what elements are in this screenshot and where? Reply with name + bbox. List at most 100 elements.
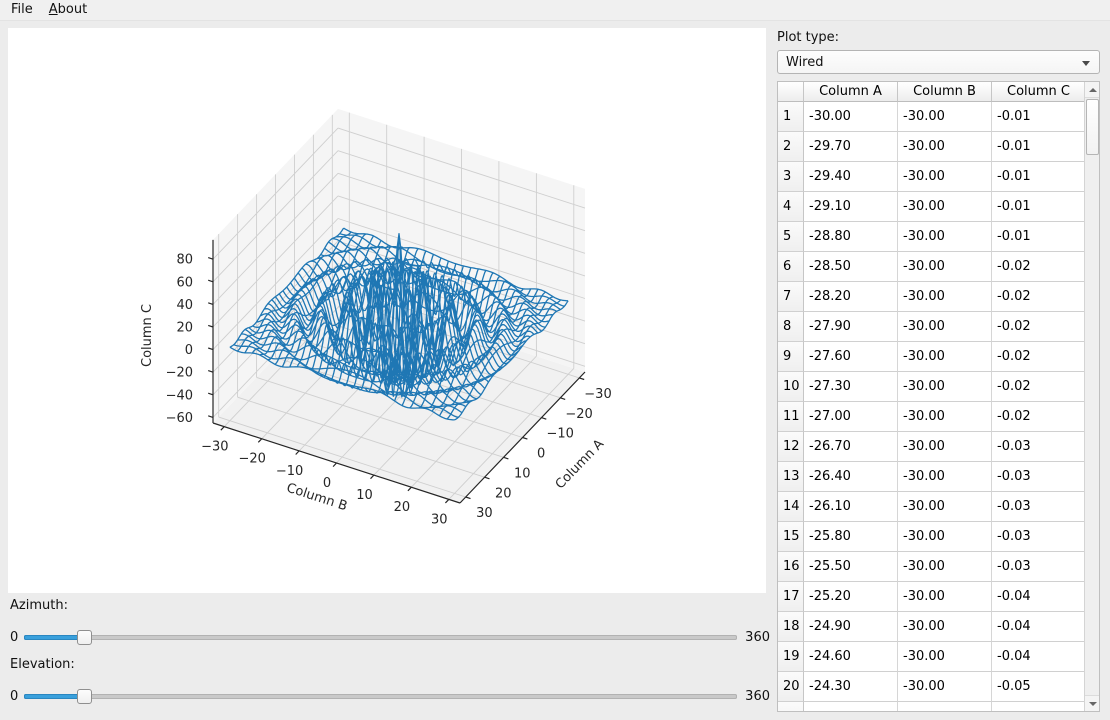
cell-column-c[interactable]: -0.01: [992, 132, 1085, 162]
cell-column-a[interactable]: -25.50: [804, 552, 898, 582]
cell-column-a[interactable]: -25.80: [804, 522, 898, 552]
cell-column-c[interactable]: -0.03: [992, 492, 1085, 522]
slider-handle[interactable]: [77, 689, 92, 704]
table-row[interactable]: 5-28.80-30.00-0.01: [778, 222, 1085, 252]
column-header[interactable]: Column A: [804, 82, 898, 102]
table-row[interactable]: 10-27.30-30.00-0.02: [778, 372, 1085, 402]
cell-column-a[interactable]: -27.30: [804, 372, 898, 402]
slider-handle[interactable]: [77, 630, 92, 645]
plot-panel[interactable]: −30−20−100102030−30−20−100102030−60−40−2…: [8, 28, 766, 593]
cell-column-a[interactable]: -24.90: [804, 612, 898, 642]
cell-column-c[interactable]: -0.01: [992, 192, 1085, 222]
svg-text:0: 0: [185, 343, 193, 358]
table-row[interactable]: 7-28.20-30.00-0.02: [778, 282, 1085, 312]
3d-plot[interactable]: −30−20−100102030−30−20−100102030−60−40−2…: [8, 28, 766, 593]
cell-column-b[interactable]: -30.00: [898, 582, 992, 612]
cell-column-c[interactable]: -0.03: [992, 462, 1085, 492]
cell-column-a[interactable]: -27.00: [804, 402, 898, 432]
cell-column-b[interactable]: -30.00: [898, 102, 992, 132]
table-row[interactable]: 3-29.40-30.00-0.01: [778, 162, 1085, 192]
cell-column-c[interactable]: -0.03: [992, 432, 1085, 462]
table-row[interactable]: 1-30.00-30.00-0.01: [778, 102, 1085, 132]
cell-column-b[interactable]: -30.00: [898, 132, 992, 162]
cell-column-c[interactable]: -0.03: [992, 552, 1085, 582]
table-row[interactable]: 9-27.60-30.00-0.02: [778, 342, 1085, 372]
cell-column-b[interactable]: -30.00: [898, 372, 992, 402]
slider-track[interactable]: [24, 694, 737, 699]
cell-column-c[interactable]: -0.02: [992, 342, 1085, 372]
cell-column-b[interactable]: -30.00: [898, 252, 992, 282]
cell-column-b[interactable]: -30.00: [898, 282, 992, 312]
cell-column-a[interactable]: -28.20: [804, 282, 898, 312]
table-row[interactable]: 8-27.90-30.00-0.02: [778, 312, 1085, 342]
scroll-down-button[interactable]: [1085, 695, 1100, 711]
cell-column-a[interactable]: -29.70: [804, 132, 898, 162]
cell-column-a[interactable]: -25.20: [804, 582, 898, 612]
cell-column-a[interactable]: -24.60: [804, 642, 898, 672]
cell-column-c[interactable]: -0.02: [992, 372, 1085, 402]
table-row[interactable]: 11-27.00-30.00-0.02: [778, 402, 1085, 432]
cell-column-c[interactable]: -0.04: [992, 582, 1085, 612]
svg-text:40: 40: [176, 298, 193, 313]
plot-type-select[interactable]: Wired: [777, 50, 1100, 74]
table-row[interactable]: 20-24.30-30.00-0.05: [778, 672, 1085, 702]
cell-column-c[interactable]: -0.04: [992, 642, 1085, 672]
cell-column-b[interactable]: -30.00: [898, 672, 992, 702]
cell-column-a[interactable]: -29.40: [804, 162, 898, 192]
slider-track[interactable]: [24, 635, 737, 640]
table-row[interactable]: 12-26.70-30.00-0.03: [778, 432, 1085, 462]
table-row[interactable]: 2-29.70-30.00-0.01: [778, 132, 1085, 162]
table-row[interactable]: 18-24.90-30.00-0.04: [778, 612, 1085, 642]
table-row[interactable]: 4-29.10-30.00-0.01: [778, 192, 1085, 222]
cell-column-a[interactable]: -26.70: [804, 432, 898, 462]
cell-column-b[interactable]: -30.00: [898, 402, 992, 432]
scrollbar-thumb[interactable]: [1086, 99, 1099, 155]
cell-column-c[interactable]: -0.02: [992, 282, 1085, 312]
table-row[interactable]: 6-28.50-30.00-0.02: [778, 252, 1085, 282]
cell-column-c[interactable]: -0.01: [992, 222, 1085, 252]
table-row[interactable]: 15-25.80-30.00-0.03: [778, 522, 1085, 552]
cell-column-c[interactable]: -0.04: [992, 612, 1085, 642]
cell-column-b[interactable]: -30.00: [898, 522, 992, 552]
cell-column-c[interactable]: -0.02: [992, 402, 1085, 432]
cell-column-b[interactable]: -30.00: [898, 192, 992, 222]
cell-column-a[interactable]: -24.30: [804, 672, 898, 702]
cell-column-c[interactable]: -0.03: [992, 522, 1085, 552]
svg-text:−30: −30: [201, 440, 228, 455]
cell-column-b[interactable]: -30.00: [898, 432, 992, 462]
cell-column-b[interactable]: -30.00: [898, 492, 992, 522]
cell-column-a[interactable]: -29.10: [804, 192, 898, 222]
cell-column-a[interactable]: -27.60: [804, 342, 898, 372]
menu-item-file[interactable]: File: [3, 0, 41, 20]
cell-column-a[interactable]: -27.90: [804, 312, 898, 342]
cell-column-c[interactable]: -0.05: [992, 672, 1085, 702]
cell-column-b[interactable]: -30.00: [898, 462, 992, 492]
cell-column-b[interactable]: -30.00: [898, 162, 992, 192]
cell-column-a[interactable]: -26.40: [804, 462, 898, 492]
cell-column-b[interactable]: -30.00: [898, 642, 992, 672]
cell-column-c[interactable]: -0.01: [992, 162, 1085, 192]
scroll-up-button[interactable]: [1085, 82, 1100, 98]
table-row[interactable]: 14-26.10-30.00-0.03: [778, 492, 1085, 522]
table-row[interactable]: 16-25.50-30.00-0.03: [778, 552, 1085, 582]
menu-item-about[interactable]: About: [41, 0, 95, 20]
cell-column-b[interactable]: -30.00: [898, 552, 992, 582]
cell-column-b[interactable]: -30.00: [898, 312, 992, 342]
cell-column-b[interactable]: -30.00: [898, 222, 992, 252]
table-row-partial[interactable]: [778, 702, 1085, 712]
cell-column-c[interactable]: -0.02: [992, 252, 1085, 282]
table-row[interactable]: 19-24.60-30.00-0.04: [778, 642, 1085, 672]
table-row[interactable]: 13-26.40-30.00-0.03: [778, 462, 1085, 492]
cell-column-a[interactable]: -28.80: [804, 222, 898, 252]
column-header[interactable]: Column C: [992, 82, 1085, 102]
column-header[interactable]: Column B: [898, 82, 992, 102]
cell-column-a[interactable]: -28.50: [804, 252, 898, 282]
vertical-scrollbar[interactable]: [1084, 82, 1099, 711]
cell-column-a[interactable]: -26.10: [804, 492, 898, 522]
cell-column-a[interactable]: -30.00: [804, 102, 898, 132]
table-row[interactable]: 17-25.20-30.00-0.04: [778, 582, 1085, 612]
cell-column-b[interactable]: -30.00: [898, 612, 992, 642]
cell-column-b[interactable]: -30.00: [898, 342, 992, 372]
cell-column-c[interactable]: -0.01: [992, 102, 1085, 132]
cell-column-c[interactable]: -0.02: [992, 312, 1085, 342]
